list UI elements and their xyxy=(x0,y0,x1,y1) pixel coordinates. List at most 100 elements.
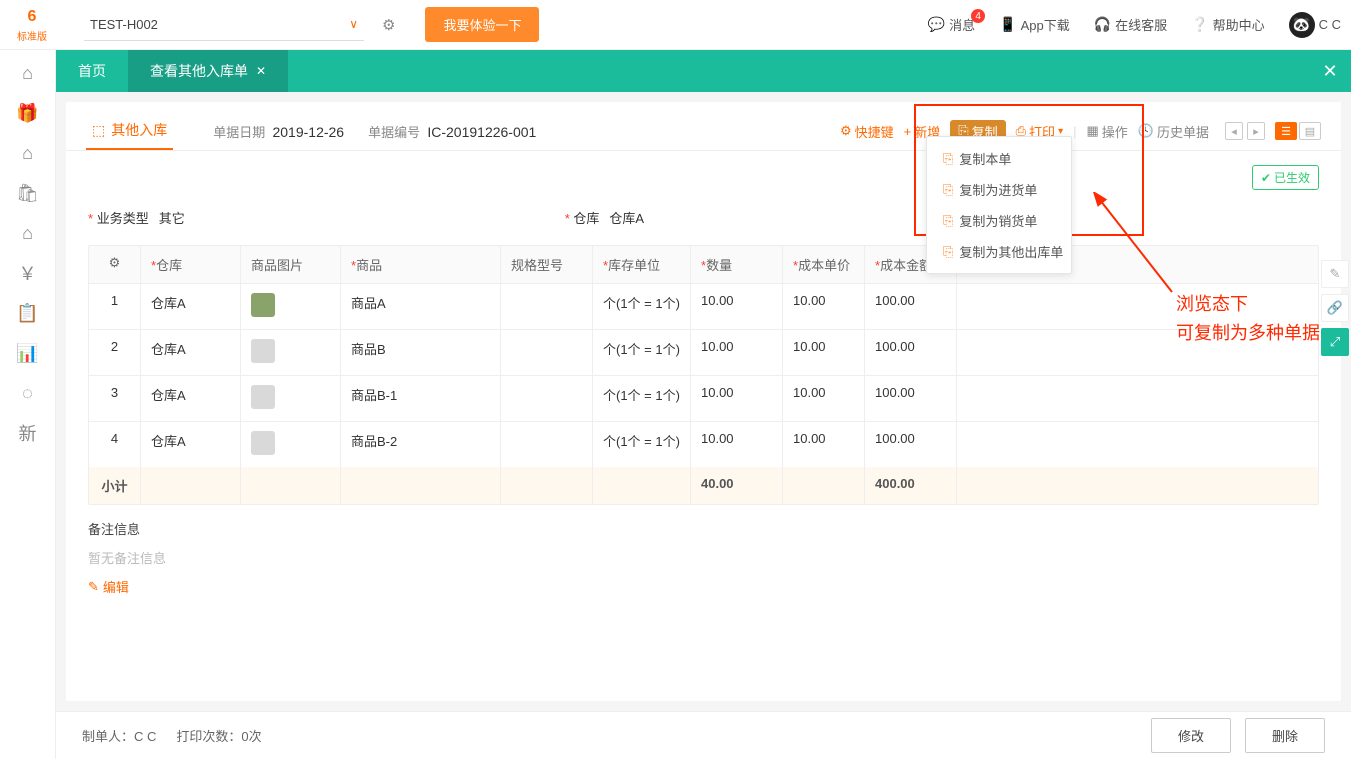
phone-icon: 📱 xyxy=(999,16,1016,33)
sync-icon[interactable]: ◌ xyxy=(17,382,39,404)
row-avail xyxy=(957,330,1318,375)
row-wh: 仓库A xyxy=(141,330,241,375)
table-row[interactable]: 4仓库A商品B-2个(1个 = 1个)10.0010.00100.00 xyxy=(89,422,1318,467)
top-bar: 6 标准版 TEST-H002 ∨ ⚙ 我要体验一下 💬 消息 4 📱 App下… xyxy=(0,0,1351,50)
row-avail xyxy=(957,284,1318,329)
th-prod: *商品 xyxy=(341,246,501,283)
status-row: ✔已生效 xyxy=(66,151,1341,204)
dropdown-item-purchase[interactable]: ⎘复制为进货单 xyxy=(927,174,1071,205)
date-value: 2019-12-26 xyxy=(272,124,344,140)
messages-link[interactable]: 💬 消息 4 xyxy=(928,15,975,34)
tab-view-inbound[interactable]: 查看其他入库单 ✕ xyxy=(128,50,288,92)
expand-icon[interactable]: ⤢ xyxy=(1321,328,1349,356)
logo-label: 标准版 xyxy=(17,28,47,43)
nav-icons: ◂ ▸ xyxy=(1225,122,1265,140)
edit-remarks-link[interactable]: ✎编辑 xyxy=(88,577,129,596)
bag-icon[interactable]: 🛍 xyxy=(17,182,39,204)
row-spec xyxy=(501,284,593,329)
history-icon: 🕓 xyxy=(1138,123,1154,139)
customer-service-link[interactable]: 🎧 在线客服 xyxy=(1094,15,1167,34)
row-amount: 100.00 xyxy=(865,422,957,467)
modify-button[interactable]: 修改 xyxy=(1151,718,1231,753)
creator-info: 制单人：C C xyxy=(82,726,156,745)
row-img xyxy=(241,422,341,467)
history-button[interactable]: 🕓历史单据 xyxy=(1138,122,1209,141)
row-spec xyxy=(501,330,593,375)
app-download-link[interactable]: 📱 App下载 xyxy=(999,15,1070,34)
row-qty: 10.00 xyxy=(691,422,783,467)
avatar: 🐼 xyxy=(1289,12,1315,38)
grid-view-icon[interactable]: ▤ xyxy=(1299,122,1321,140)
close-all-tabs[interactable]: ✕ xyxy=(1309,50,1351,92)
table-row[interactable]: 3仓库A商品B-1个(1个 = 1个)10.0010.00100.00 xyxy=(89,376,1318,422)
gift-icon[interactable]: 🎁 xyxy=(17,102,39,124)
top-right: 💬 消息 4 📱 App下载 🎧 在线客服 ❔ 帮助中心 🐼 C C xyxy=(928,12,1341,38)
logo[interactable]: 6 标准版 xyxy=(10,6,54,43)
note-icon[interactable]: ✎ xyxy=(1321,260,1349,288)
check-icon: ✔ xyxy=(1261,171,1271,185)
document-card: ⬚ 其他入库 单据日期 2019-12-26 单据编号 IC-20191226-… xyxy=(66,102,1341,701)
money-icon[interactable]: ￥ xyxy=(17,262,39,284)
chart-icon: ⬚ xyxy=(92,122,105,139)
th-unit: *库存单位 xyxy=(593,246,691,283)
tab-home[interactable]: 首页 xyxy=(56,50,128,92)
biztype-label: 业务类型 xyxy=(97,211,149,226)
doc-icon: ⎘ xyxy=(943,244,953,260)
form-row: * 业务类型 其它 * 仓库 仓库A xyxy=(66,204,1341,245)
subtotal-row: 小计 40.00 400.00 xyxy=(89,467,1318,504)
wh-value: 仓库A xyxy=(609,208,644,227)
row-spec xyxy=(501,376,593,421)
ops-button[interactable]: ▦操作 xyxy=(1086,122,1127,141)
messages-badge: 4 xyxy=(971,9,985,23)
row-wh: 仓库A xyxy=(141,376,241,421)
row-wh: 仓库A xyxy=(141,284,241,329)
table-row[interactable]: 2仓库A商品B个(1个 = 1个)10.0010.00100.00 xyxy=(89,330,1318,376)
row-qty: 10.00 xyxy=(691,284,783,329)
clipboard-icon[interactable]: 📋 xyxy=(17,302,39,324)
message-icon: 💬 xyxy=(928,16,945,33)
row-wh: 仓库A xyxy=(141,422,241,467)
company-select[interactable]: TEST-H002 ∨ xyxy=(84,9,364,41)
row-unit: 个(1个 = 1个) xyxy=(593,422,691,467)
th-gear[interactable]: ⚙ xyxy=(89,246,141,283)
dropdown-item-sales[interactable]: ⎘复制为销货单 xyxy=(927,205,1071,236)
row-index: 2 xyxy=(89,330,141,375)
sidebar: ⌂ 🎁 ⌂ 🛍 ⌂ ￥ 📋 📊 ◌ 新 xyxy=(0,50,56,759)
help-link[interactable]: ❔ 帮助中心 xyxy=(1191,15,1264,34)
prev-icon[interactable]: ◂ xyxy=(1225,122,1243,140)
row-amount: 100.00 xyxy=(865,330,957,375)
try-button[interactable]: 我要体验一下 xyxy=(425,7,539,42)
user-name: C C xyxy=(1319,17,1341,32)
table-row[interactable]: 1仓库A商品A个(1个 = 1个)10.0010.00100.00 xyxy=(89,284,1318,330)
list-view-icon[interactable]: ☰ xyxy=(1275,122,1297,140)
gear-icon[interactable]: ⚙ xyxy=(382,16,395,34)
next-icon[interactable]: ▸ xyxy=(1247,122,1265,140)
delete-button[interactable]: 删除 xyxy=(1245,718,1325,753)
gear-icon: ⚙ xyxy=(840,123,852,139)
house-icon[interactable]: ⌂ xyxy=(17,142,39,164)
close-icon[interactable]: ✕ xyxy=(256,64,266,78)
card-tab-active[interactable]: ⬚ 其他入库 xyxy=(86,112,173,150)
report-icon[interactable]: 📊 xyxy=(17,342,39,364)
row-prod: 商品B xyxy=(341,330,501,375)
row-img xyxy=(241,330,341,375)
shortcut-link[interactable]: ⚙快捷键 xyxy=(840,122,894,141)
dropdown-item-copy[interactable]: ⎘复制本单 xyxy=(927,143,1071,174)
plus-icon: + xyxy=(904,124,912,139)
copy-dropdown: ⎘复制本单 ⎘复制为进货单 ⎘复制为销货单 ⎘复制为其他出库单 xyxy=(926,136,1072,274)
footer-bar: 制单人：C C 打印次数：0次 修改 删除 xyxy=(56,711,1351,759)
remarks-empty: 暂无备注信息 xyxy=(88,548,1319,567)
link-icon[interactable]: 🔗 xyxy=(1321,294,1349,322)
biztype-value: 其它 xyxy=(159,208,185,227)
new-icon[interactable]: 新 xyxy=(17,422,39,444)
card-header: ⬚ 其他入库 单据日期 2019-12-26 单据编号 IC-20191226-… xyxy=(66,102,1341,151)
wh-label: 仓库 xyxy=(573,211,599,226)
th-qty: *数量 xyxy=(691,246,783,283)
home-icon[interactable]: ⌂ xyxy=(17,62,39,84)
user-menu[interactable]: 🐼 C C xyxy=(1289,12,1341,38)
table-header-row: ⚙ *仓库 商品图片 *商品 规格型号 *库存单位 *数量 *成本单价 *成本金… xyxy=(89,246,1318,284)
warehouse-icon[interactable]: ⌂ xyxy=(17,222,39,244)
tab-home-label: 首页 xyxy=(78,61,106,81)
status-badge: ✔已生效 xyxy=(1252,165,1319,190)
dropdown-item-outbound[interactable]: ⎘复制为其他出库单 xyxy=(927,236,1071,267)
